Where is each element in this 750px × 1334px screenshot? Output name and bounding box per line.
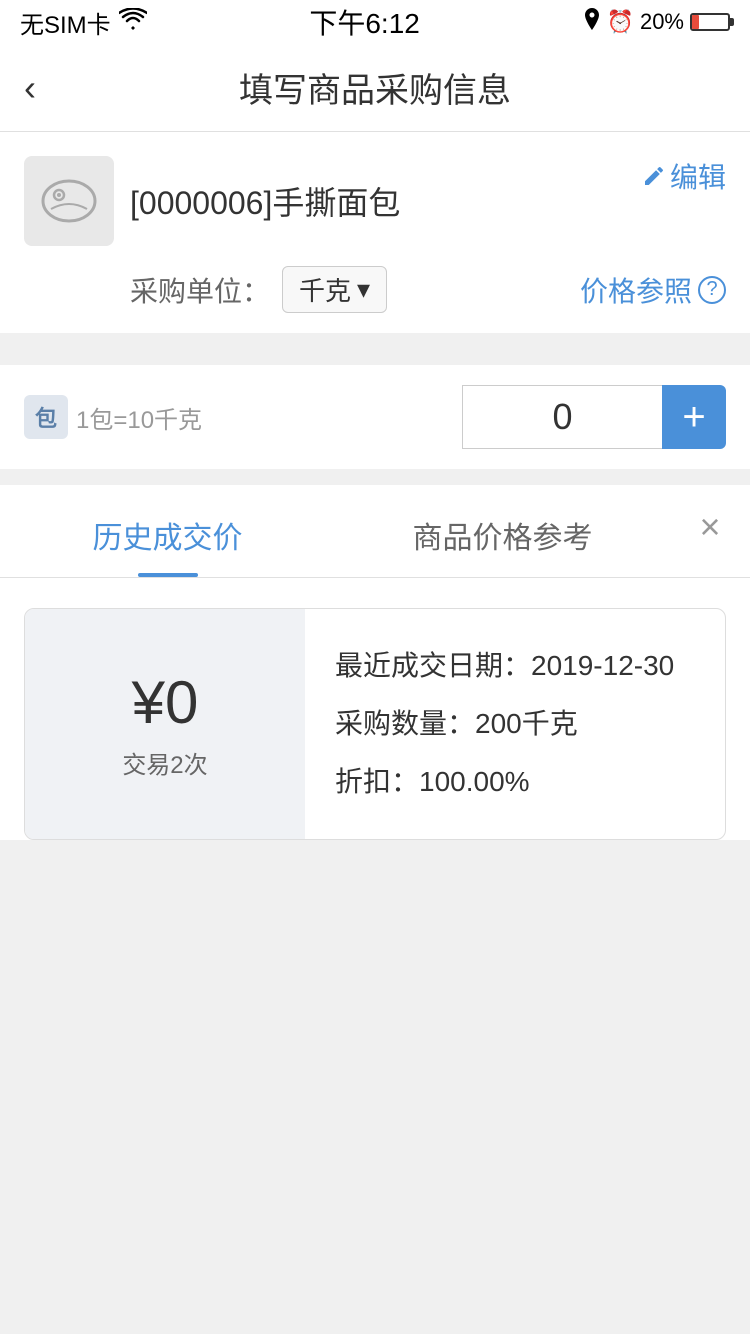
price-ref-button[interactable]: 价格参照 ?: [580, 270, 726, 310]
product-left: [0000006]手撕面包: [24, 156, 400, 246]
discount-label: 折扣：: [335, 766, 419, 797]
unit-label: 包: [35, 401, 57, 433]
edit-label: 编辑: [670, 156, 726, 196]
alarm-icon: ⏰: [607, 9, 634, 35]
quantity-input[interactable]: 0: [462, 385, 662, 449]
tabs-close-button[interactable]: ×: [670, 506, 750, 556]
product-top: [0000006]手撕面包 编辑: [24, 156, 726, 246]
edit-button[interactable]: 编辑: [642, 156, 726, 196]
carrier-label: 无SIM卡: [20, 5, 111, 40]
price-card-right: 最近成交日期：2019-12-30 采购数量：200千克 折扣：100.00%: [305, 609, 725, 839]
quantity-input-row: 0 +: [462, 385, 726, 449]
quantity-detail-value: 200千克: [475, 708, 578, 739]
unit-value: 千克: [299, 271, 351, 308]
purchase-unit-left: 采购单位： 千克 ▾: [130, 266, 387, 313]
tabs-header: 历史成交价 商品价格参考 ×: [0, 485, 750, 578]
unit-selector[interactable]: 千克 ▾: [282, 266, 387, 313]
status-bar: 无SIM卡 下午6:12 ⏰ 20%: [0, 0, 750, 44]
battery-label: 20%: [640, 9, 684, 35]
price-quantity: 采购数量：200千克: [335, 703, 695, 745]
product-name: [0000006]手撕面包: [130, 178, 400, 224]
product-section: [0000006]手撕面包 编辑 采购单位： 千克 ▾ 价格参照 ?: [0, 132, 750, 333]
unit-icon-box: 包: [24, 395, 68, 439]
price-card: ¥0 交易2次 最近成交日期：2019-12-30 采购数量：200千克 折扣：…: [24, 608, 726, 840]
product-image: [24, 156, 114, 246]
page-title: 填写商品采购信息: [239, 63, 511, 112]
recent-date-label: 最近成交日期：: [335, 650, 531, 681]
quantity-section: 包 1包=10千克 0 +: [0, 365, 750, 469]
divider: [0, 349, 750, 365]
status-time: 下午6:12: [309, 2, 420, 42]
quantity-plus-button[interactable]: +: [662, 385, 726, 449]
discount-value: 100.00%: [419, 766, 530, 797]
price-discount: 折扣：100.00%: [335, 761, 695, 803]
tab1-label: 历史成交价: [93, 522, 243, 555]
tabs-section: 历史成交价 商品价格参考 × ¥0 交易2次 最近成交日期：2019-12-30…: [0, 485, 750, 840]
price-ref-label: 价格参照: [580, 270, 692, 310]
tab-history-price[interactable]: 历史成交价: [0, 485, 335, 577]
price-amount: ¥0: [132, 668, 199, 737]
tab2-label: 商品价格参考: [413, 522, 593, 555]
purchase-unit-row: 采购单位： 千克 ▾ 价格参照 ?: [24, 266, 726, 313]
price-card-left: ¥0 交易2次: [25, 609, 305, 839]
quantity-label-text: 采购数量：: [335, 708, 475, 739]
quantity-label: 包 1包=10千克: [24, 395, 202, 439]
tab-product-price-ref[interactable]: 商品价格参考: [335, 485, 670, 577]
location-icon: [583, 8, 601, 36]
quantity-value: 0: [552, 396, 572, 438]
help-icon: ?: [698, 276, 726, 304]
purchase-unit-label: 采购单位：: [130, 270, 270, 310]
back-button[interactable]: ‹: [24, 67, 36, 109]
battery-icon: [690, 13, 730, 31]
nav-bar: ‹ 填写商品采购信息: [0, 44, 750, 132]
dropdown-arrow-icon: ▾: [357, 274, 370, 305]
unit-conversion: 1包=10千克: [76, 400, 202, 435]
status-right: ⏰ 20%: [583, 8, 730, 36]
status-left: 无SIM卡: [20, 5, 147, 40]
price-recent-date: 最近成交日期：2019-12-30: [335, 645, 695, 687]
price-trades: 交易2次: [122, 745, 207, 780]
recent-date-value: 2019-12-30: [531, 650, 674, 681]
wifi-icon: [119, 8, 147, 37]
